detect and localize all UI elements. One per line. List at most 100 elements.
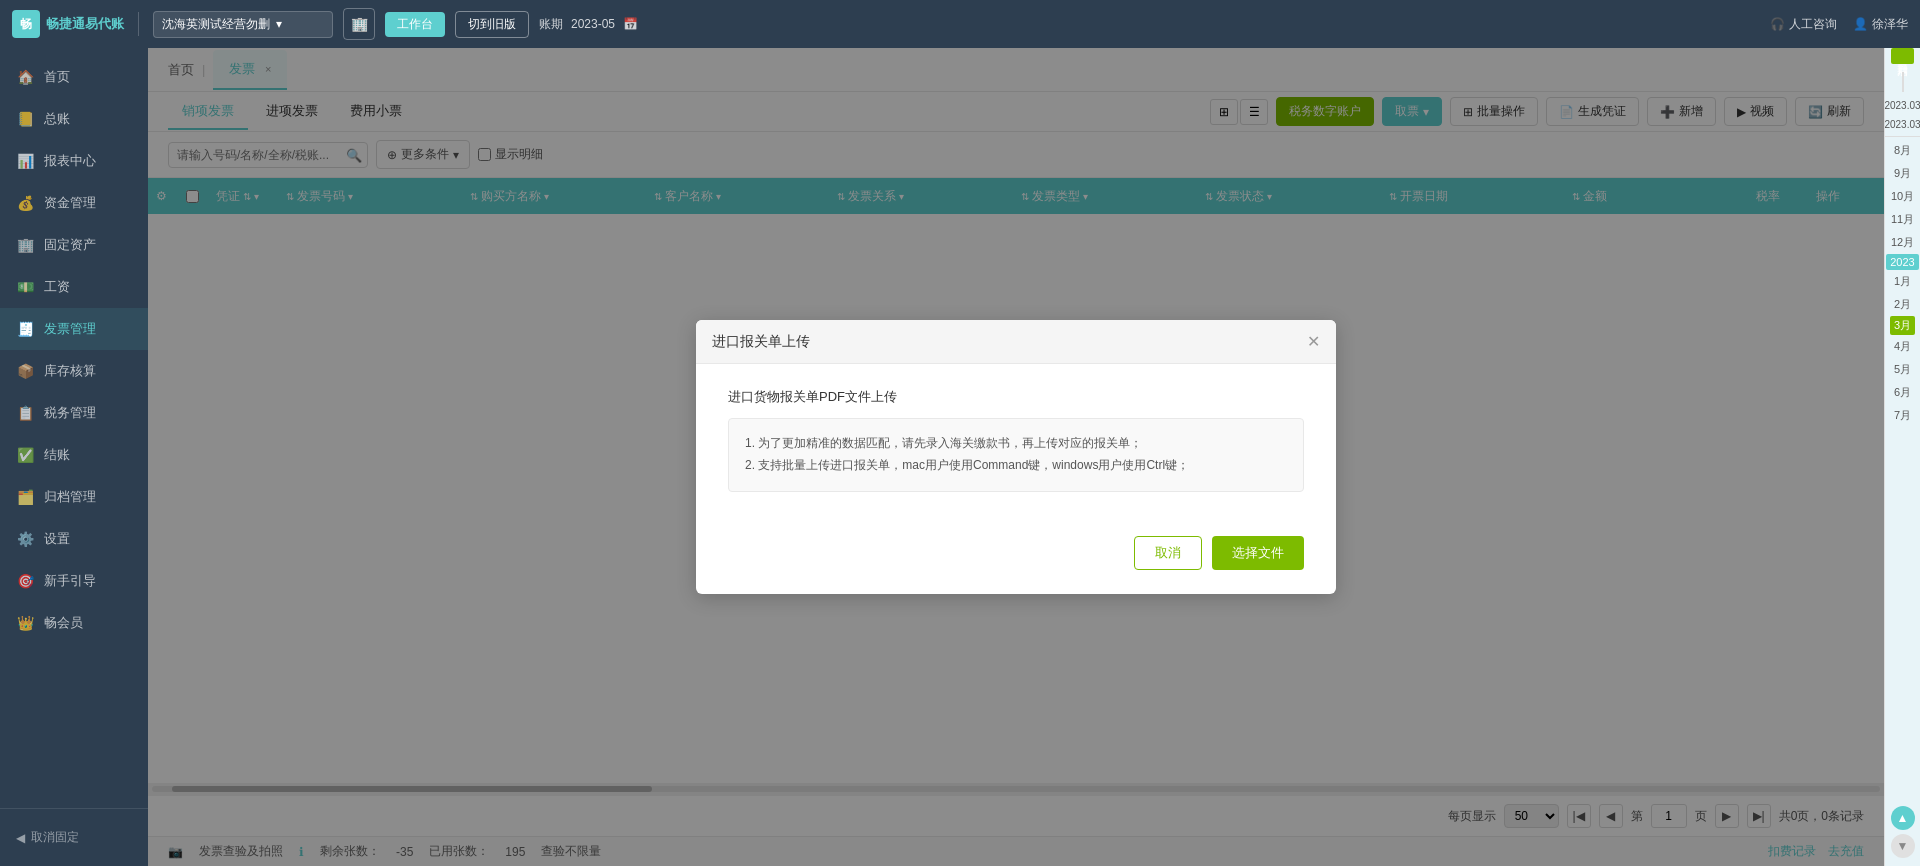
- period-value: 2023-05: [571, 17, 615, 31]
- modal-header: 进口报关单上传 ✕: [696, 320, 1336, 364]
- sidebar-item-inventory[interactable]: 📦 库存核算: [0, 350, 148, 392]
- sidebar-item-archive[interactable]: 🗂️ 归档管理: [0, 476, 148, 518]
- period-item-1m[interactable]: 1月: [1892, 270, 1913, 293]
- guide-icon: 🎯: [16, 573, 34, 589]
- sidebar-item-funds[interactable]: 💰 资金管理: [0, 182, 148, 224]
- company-action-btn[interactable]: 🏢: [343, 8, 375, 40]
- sidebar-item-ledger[interactable]: 📒 总账: [0, 98, 148, 140]
- support-btn[interactable]: 🎧 人工咨询: [1770, 16, 1837, 33]
- vip-icon: 👑: [16, 615, 34, 631]
- sidebar-label-assets: 固定资产: [44, 236, 96, 254]
- app-logo: 畅 畅捷通易代账: [12, 10, 124, 38]
- sidebar-label-home: 首页: [44, 68, 70, 86]
- sidebar-item-assets[interactable]: 🏢 固定资产: [0, 224, 148, 266]
- modal-overlay: 进口报关单上传 ✕ 进口货物报关单PDF文件上传 1. 为了更加精准的数据匹配，…: [148, 48, 1884, 866]
- assets-icon: 🏢: [16, 237, 34, 253]
- sidebar-bottom: ◀ 取消固定: [0, 808, 148, 866]
- period-item-0[interactable]: 2023.03: [1882, 96, 1920, 115]
- period-item-11m[interactable]: 11月: [1889, 208, 1916, 231]
- top-divider-1: [138, 12, 139, 36]
- period-item-1[interactable]: 2023.03: [1882, 115, 1920, 134]
- right-panel: 开启日期 2023.03 2023.03 8月 9月 10月 11月 12月 2…: [1884, 48, 1920, 866]
- period-display: 账期 2023-05 📅: [539, 16, 638, 33]
- modal-import-customs: 进口报关单上传 ✕ 进口货物报关单PDF文件上传 1. 为了更加精准的数据匹配，…: [696, 320, 1336, 593]
- open-date-btn[interactable]: 开启日期: [1891, 48, 1914, 64]
- app-container: 畅 畅捷通易代账 沈海英测试经营勿删 ▾ 🏢 工作台 切到旧版 账期 2023-…: [0, 0, 1920, 866]
- workspace-button[interactable]: 工作台: [385, 12, 445, 37]
- headset-icon: 🎧: [1770, 17, 1785, 31]
- user-name: 徐泽华: [1872, 16, 1908, 33]
- user-menu[interactable]: 👤 徐泽华: [1853, 16, 1908, 33]
- content-area: 首页 | 发票 × 销项发票 进项发票 费用小票: [148, 48, 1884, 866]
- sidebar-label-funds: 资金管理: [44, 194, 96, 212]
- sidebar-label-salary: 工资: [44, 278, 70, 296]
- sidebar-label-tax: 税务管理: [44, 404, 96, 422]
- sidebar-item-settings[interactable]: ⚙️ 设置: [0, 518, 148, 560]
- sidebar-item-home[interactable]: 🏠 首页: [0, 56, 148, 98]
- period-item-8m[interactable]: 8月: [1892, 139, 1913, 162]
- pin-icon: ◀: [16, 831, 25, 845]
- period-item-7m[interactable]: 7月: [1892, 404, 1913, 427]
- sidebar-label-archive: 归档管理: [44, 488, 96, 506]
- modal-info-box: 1. 为了更加精准的数据匹配，请先录入海关缴款书，再上传对应的报关单； 2. 支…: [728, 418, 1304, 491]
- right-panel-divider: [1902, 72, 1904, 92]
- user-icon: 👤: [1853, 17, 1868, 31]
- top-bar-right: 🎧 人工咨询 👤 徐泽华: [1770, 16, 1908, 33]
- sidebar-item-guide[interactable]: 🎯 新手引导: [0, 560, 148, 602]
- sidebar-label-reports: 报表中心: [44, 152, 96, 170]
- period-item-10m[interactable]: 10月: [1889, 185, 1916, 208]
- salary-icon: 💵: [16, 279, 34, 295]
- sidebar-item-reports[interactable]: 📊 报表中心: [0, 140, 148, 182]
- company-selector[interactable]: 沈海英测试经营勿删 ▾: [153, 11, 333, 38]
- sidebar-item-invoice[interactable]: 🧾 发票管理: [0, 308, 148, 350]
- modal-body: 进口货物报关单PDF文件上传 1. 为了更加精准的数据匹配，请先录入海关缴款书，…: [696, 364, 1336, 535]
- tax-icon: 📋: [16, 405, 34, 421]
- modal-title: 进口报关单上传: [712, 333, 810, 351]
- switch-old-button[interactable]: 切到旧版: [455, 11, 529, 38]
- building-icon: 🏢: [351, 16, 368, 32]
- sidebar-label-invoice: 发票管理: [44, 320, 96, 338]
- sidebar-label-settlement: 结账: [44, 446, 70, 464]
- sidebar-label-guide: 新手引导: [44, 572, 96, 590]
- modal-cancel-btn[interactable]: 取消: [1134, 536, 1202, 570]
- scroll-up-btn[interactable]: ▲: [1891, 806, 1915, 830]
- modal-close-btn[interactable]: ✕: [1307, 332, 1320, 351]
- period-item-3m[interactable]: 3月: [1890, 316, 1915, 335]
- unpin-label: 取消固定: [31, 829, 79, 846]
- app-logo-text: 畅捷通易代账: [46, 15, 124, 33]
- modal-info-item-1: 1. 为了更加精准的数据匹配，请先录入海关缴款书，再上传对应的报关单；: [745, 433, 1287, 455]
- period-item-9m[interactable]: 9月: [1892, 162, 1913, 185]
- right-panel-actions: ▲ ▼: [1891, 806, 1915, 866]
- period-item-6m[interactable]: 6月: [1892, 381, 1913, 404]
- support-label: 人工咨询: [1789, 16, 1837, 33]
- sidebar-item-tax[interactable]: 📋 税务管理: [0, 392, 148, 434]
- sidebar-item-vip[interactable]: 👑 畅会员: [0, 602, 148, 644]
- invoice-icon: 🧾: [16, 321, 34, 337]
- period-item-12m[interactable]: 12月: [1889, 231, 1916, 254]
- period-item-5m[interactable]: 5月: [1892, 358, 1913, 381]
- chevron-down-icon: ▾: [276, 17, 282, 31]
- sidebar-label-vip: 畅会员: [44, 614, 83, 632]
- settlement-icon: ✅: [16, 447, 34, 463]
- funds-icon: 💰: [16, 195, 34, 211]
- modal-section-title: 进口货物报关单PDF文件上传: [728, 388, 1304, 406]
- sidebar: 🏠 首页 📒 总账 📊 报表中心 💰 资金管理 🏢 固定资产 💵 工资: [0, 48, 148, 866]
- modal-select-file-btn[interactable]: 选择文件: [1212, 536, 1304, 570]
- period-item-4m[interactable]: 4月: [1892, 335, 1913, 358]
- sidebar-item-salary[interactable]: 💵 工资: [0, 266, 148, 308]
- scroll-down-btn[interactable]: ▼: [1891, 834, 1915, 858]
- archive-icon: 🗂️: [16, 489, 34, 505]
- period-item-2m[interactable]: 2月: [1892, 293, 1913, 316]
- inventory-icon: 📦: [16, 363, 34, 379]
- reports-icon: 📊: [16, 153, 34, 169]
- sidebar-label-ledger: 总账: [44, 110, 70, 128]
- sidebar-item-settlement[interactable]: ✅ 结账: [0, 434, 148, 476]
- calendar-icon[interactable]: 📅: [623, 17, 638, 31]
- unpin-btn[interactable]: ◀ 取消固定: [0, 821, 148, 854]
- modal-info-item-2: 2. 支持批量上传进口报关单，mac用户使用Command键，windows用户…: [745, 455, 1287, 477]
- main-area: 🏠 首页 📒 总账 📊 报表中心 💰 资金管理 🏢 固定资产 💵 工资: [0, 48, 1920, 866]
- home-icon: 🏠: [16, 69, 34, 85]
- company-name: 沈海英测试经营勿删: [162, 16, 270, 33]
- period-item-2023[interactable]: 2023: [1886, 254, 1918, 270]
- settings-icon: ⚙️: [16, 531, 34, 547]
